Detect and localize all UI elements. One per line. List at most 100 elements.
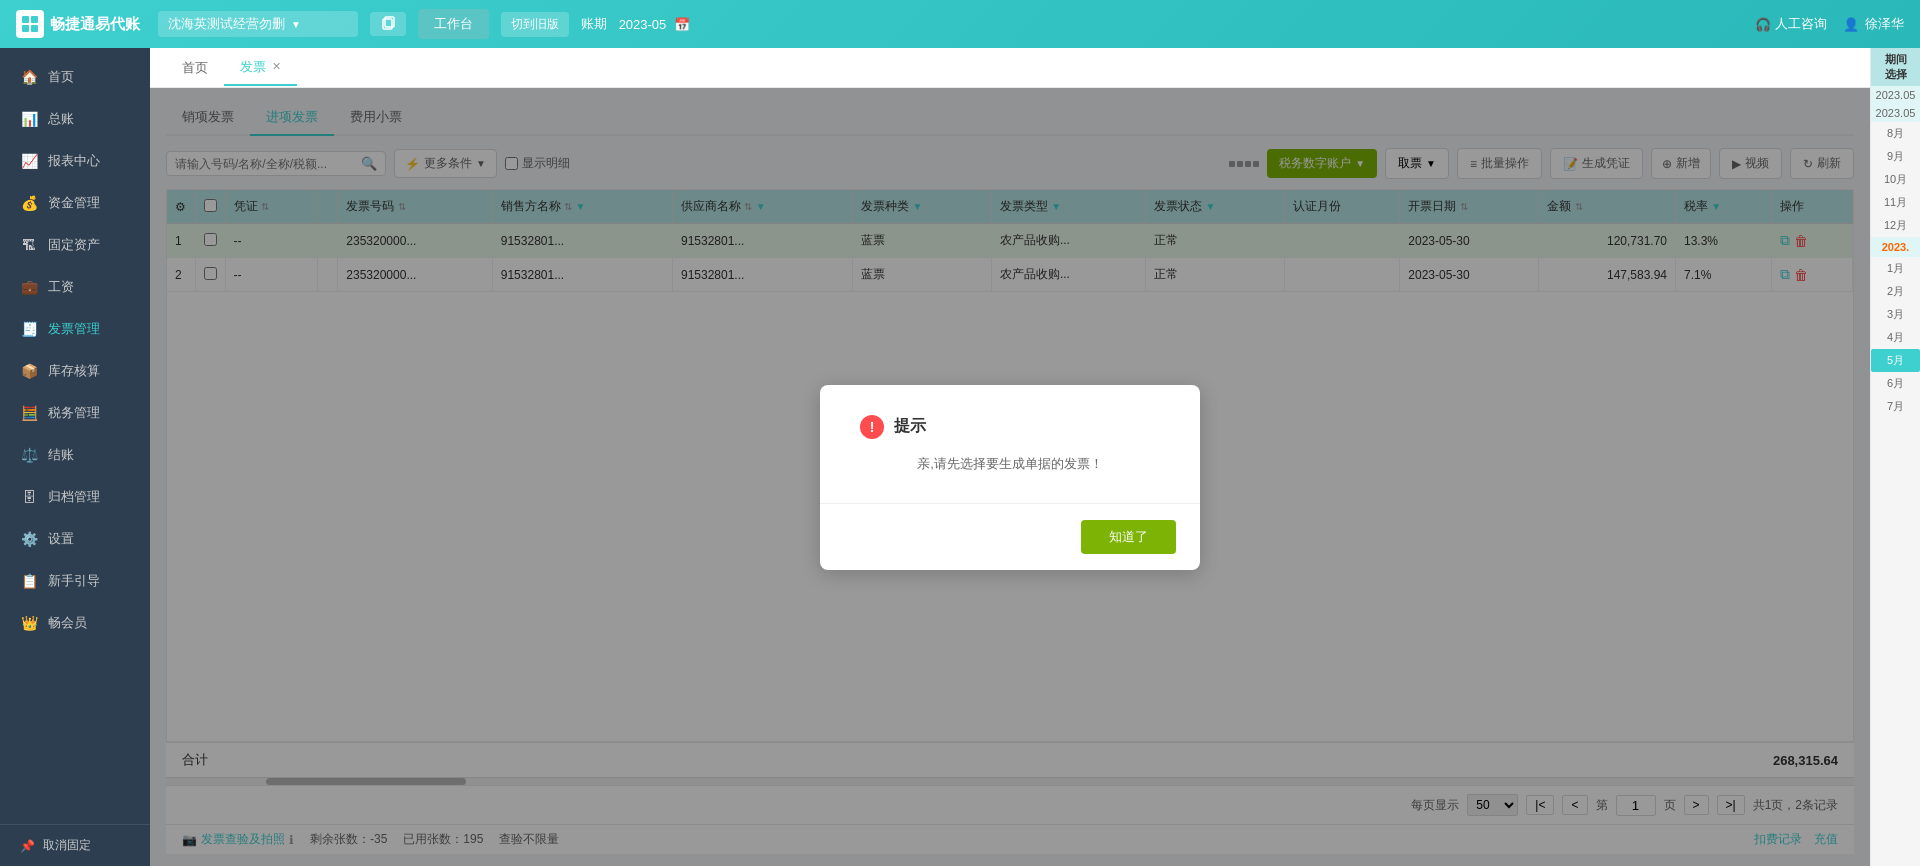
tax-icon: 🧮: [20, 404, 38, 422]
settlement-icon: ⚖️: [20, 446, 38, 464]
tab-home-label: 首页: [182, 59, 208, 77]
svg-rect-1: [31, 16, 38, 23]
sidebar-item-invoice[interactable]: 🧾 发票管理: [0, 308, 150, 350]
vip-icon: 👑: [20, 614, 38, 632]
dialog-header: ! 提示: [860, 415, 926, 439]
support-label[interactable]: 🎧 人工咨询: [1755, 15, 1827, 33]
sidebar-label-settlement: 结账: [48, 446, 74, 464]
sidebar-item-settlement[interactable]: ⚖️ 结账: [0, 434, 150, 476]
app-logo: 畅捷通易代账: [16, 10, 146, 38]
assets-icon: 🏗: [20, 236, 38, 254]
svg-rect-3: [31, 25, 38, 32]
sidebar-item-guide[interactable]: 📋 新手引导: [0, 560, 150, 602]
dialog-footer: 知道了: [820, 503, 1200, 570]
settings-icon: ⚙️: [20, 530, 38, 548]
sidebar-label-ledger: 总账: [48, 110, 74, 128]
dialog-body: ! 提示 亲,请先选择要生成单据的发票！: [820, 385, 1200, 503]
pin-icon: 📌: [20, 839, 35, 853]
unpin-button[interactable]: 📌 取消固定: [0, 824, 150, 866]
sidebar-item-archive[interactable]: 🗄 归档管理: [0, 476, 150, 518]
sidebar-label-vip: 畅会员: [48, 614, 87, 632]
period-year-2023-top: 2023.05: [1871, 86, 1920, 104]
period-month-9[interactable]: 9月: [1871, 145, 1920, 168]
sidebar-label-reports: 报表中心: [48, 152, 100, 170]
main-content: 首页 发票 ✕ 销项发票 进项发票 费用小票: [150, 48, 1870, 866]
sidebar-item-funds[interactable]: 💰 资金管理: [0, 182, 150, 224]
sidebar-label-assets: 固定资产: [48, 236, 100, 254]
period-month-11[interactable]: 11月: [1871, 191, 1920, 214]
user-info[interactable]: 👤 徐泽华: [1843, 15, 1904, 33]
dialog: ! 提示 亲,请先选择要生成单据的发票！ 知道了: [820, 385, 1200, 570]
sidebar-item-tax[interactable]: 🧮 税务管理: [0, 392, 150, 434]
period-month-5[interactable]: 5月: [1871, 349, 1920, 372]
dialog-title: 提示: [894, 416, 926, 437]
sidebar-item-settings[interactable]: ⚙️ 设置: [0, 518, 150, 560]
logo-icon: [16, 10, 44, 38]
sidebar-label-archive: 归档管理: [48, 488, 100, 506]
content-area: 销项发票 进项发票 费用小票 🔍 ⚡ 更多条件 ▼: [150, 88, 1870, 866]
salary-icon: 💼: [20, 278, 38, 296]
company-selector[interactable]: 沈海英测试经营勿删 ▼: [158, 11, 358, 37]
top-bar-right: 🎧 人工咨询 👤 徐泽华: [1755, 15, 1904, 33]
svg-rect-2: [22, 25, 29, 32]
sidebar-item-reports[interactable]: 📈 报表中心: [0, 140, 150, 182]
sidebar-item-ledger[interactable]: 📊 总账: [0, 98, 150, 140]
calendar-icon[interactable]: 📅: [674, 17, 690, 32]
period-header: 期间 选择: [1871, 48, 1920, 86]
sidebar-item-vip[interactable]: 👑 畅会员: [0, 602, 150, 644]
sidebar-item-assets[interactable]: 🏗 固定资产: [0, 224, 150, 266]
tab-bar: 首页 发票 ✕: [150, 48, 1870, 88]
dialog-warning-icon: !: [860, 415, 884, 439]
sidebar-label-inventory: 库存核算: [48, 362, 100, 380]
period-year-2023-current: 2023.: [1871, 237, 1920, 257]
tab-invoice[interactable]: 发票 ✕: [224, 50, 297, 86]
period-month-1[interactable]: 1月: [1871, 257, 1920, 280]
sidebar-label-invoice: 发票管理: [48, 320, 100, 338]
sidebar-item-home[interactable]: 🏠 首页: [0, 56, 150, 98]
tab-close-icon[interactable]: ✕: [272, 60, 281, 73]
period-display: 账期 2023-05 📅: [581, 15, 690, 33]
switch-version-button[interactable]: 切到旧版: [501, 12, 569, 37]
period-month-7[interactable]: 7月: [1871, 395, 1920, 418]
sidebar-label-settings: 设置: [48, 530, 74, 548]
funds-icon: 💰: [20, 194, 38, 212]
user-avatar-icon: 👤: [1843, 17, 1859, 32]
app-name: 畅捷通易代账: [50, 15, 140, 34]
period-month-4[interactable]: 4月: [1871, 326, 1920, 349]
top-bar: 畅捷通易代账 沈海英测试经营勿删 ▼ 工作台 切到旧版 账期 2023-05 📅…: [0, 0, 1920, 48]
svg-rect-0: [22, 16, 29, 23]
main-layout: 🏠 首页 📊 总账 📈 报表中心 💰 资金管理 🏗 固定资产 💼 工资 🧾 发票…: [0, 48, 1920, 866]
period-panel: 期间 选择 2023.05 2023.05 8月 9月 10月 11月 12月 …: [1870, 48, 1920, 866]
period-month-8[interactable]: 8月: [1871, 122, 1920, 145]
sidebar-label-salary: 工资: [48, 278, 74, 296]
sidebar-item-inventory[interactable]: 📦 库存核算: [0, 350, 150, 392]
dialog-message: 亲,请先选择要生成单据的发票！: [907, 455, 1113, 473]
period-year-2023-top2: 2023.05: [1871, 104, 1920, 122]
period-month-2[interactable]: 2月: [1871, 280, 1920, 303]
headset-icon: 🎧: [1755, 17, 1771, 32]
unpin-label: 取消固定: [43, 837, 91, 854]
home-icon: 🏠: [20, 68, 38, 86]
tab-home[interactable]: 首页: [166, 51, 224, 85]
dialog-ok-button[interactable]: 知道了: [1081, 520, 1176, 554]
dialog-overlay: ! 提示 亲,请先选择要生成单据的发票！ 知道了: [150, 88, 1870, 866]
sidebar-label-guide: 新手引导: [48, 572, 100, 590]
company-name: 沈海英测试经营勿删: [168, 15, 285, 33]
invoice-icon: 🧾: [20, 320, 38, 338]
copy-button[interactable]: [370, 12, 406, 36]
tab-invoice-label: 发票: [240, 58, 266, 76]
ledger-icon: 📊: [20, 110, 38, 128]
sidebar-label-funds: 资金管理: [48, 194, 100, 212]
inventory-icon: 📦: [20, 362, 38, 380]
chevron-down-icon: ▼: [291, 19, 301, 30]
period-month-3[interactable]: 3月: [1871, 303, 1920, 326]
period-month-12[interactable]: 12月: [1871, 214, 1920, 237]
sidebar-label-home: 首页: [48, 68, 74, 86]
archive-icon: 🗄: [20, 488, 38, 506]
period-month-10[interactable]: 10月: [1871, 168, 1920, 191]
sidebar: 🏠 首页 📊 总账 📈 报表中心 💰 资金管理 🏗 固定资产 💼 工资 🧾 发票…: [0, 48, 150, 866]
workspace-button[interactable]: 工作台: [418, 9, 489, 39]
guide-icon: 📋: [20, 572, 38, 590]
sidebar-item-salary[interactable]: 💼 工资: [0, 266, 150, 308]
period-month-6[interactable]: 6月: [1871, 372, 1920, 395]
